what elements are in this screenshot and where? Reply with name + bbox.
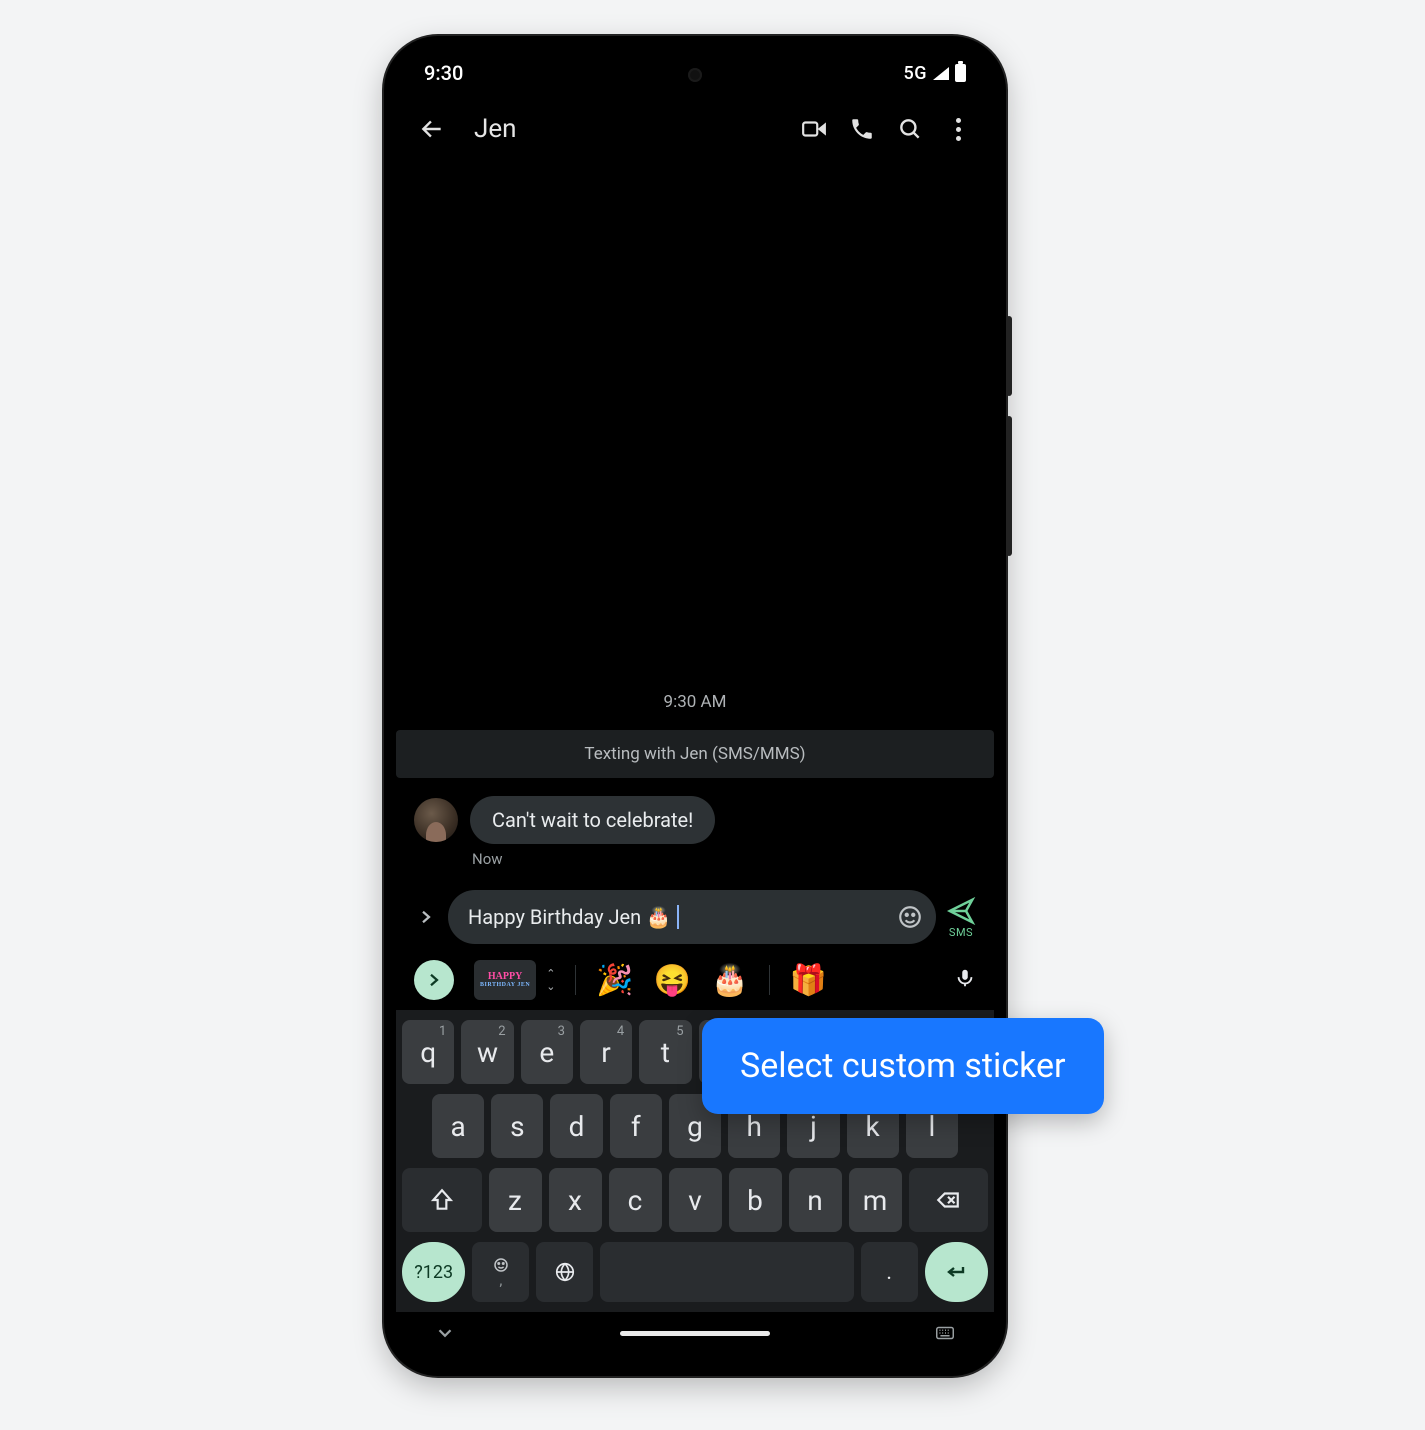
suggestion-emoji-gift[interactable]: 🎁: [790, 963, 827, 998]
key-n[interactable]: n: [789, 1168, 842, 1232]
status-time: 9:30: [424, 61, 463, 85]
sticker-cycle-arrows[interactable]: ⌃⌄: [546, 968, 555, 992]
video-call-button[interactable]: [800, 115, 828, 143]
key-a[interactable]: a: [432, 1094, 484, 1158]
status-network: 5G: [904, 63, 928, 84]
key-q[interactable]: q1: [402, 1020, 454, 1084]
suggestion-row: HAPPY BIRTHDAY JEN ⌃⌄ 🎉 😝 🎂 🎁: [396, 952, 994, 1010]
key-b[interactable]: b: [729, 1168, 782, 1232]
key-d[interactable]: d: [550, 1094, 602, 1158]
battery-icon: [955, 64, 966, 82]
period-key[interactable]: .: [861, 1242, 918, 1302]
message-composer: Happy Birthday Jen 🎂 SMS: [396, 880, 994, 952]
screen: 9:30 5G Jen: [396, 48, 994, 1364]
keyboard-collapse-button[interactable]: [434, 1322, 456, 1348]
search-button[interactable]: [896, 115, 924, 143]
shift-key[interactable]: [402, 1168, 482, 1232]
tooltip-select-custom-sticker: Select custom sticker: [702, 1018, 1104, 1114]
incoming-message-row: Can't wait to celebrate! Now: [414, 796, 976, 868]
conversation-area[interactable]: 9:30 AM Texting with Jen (SMS/MMS) Can't…: [396, 160, 994, 880]
backspace-key[interactable]: [909, 1168, 989, 1232]
text-cursor: [677, 905, 679, 929]
key-s[interactable]: s: [491, 1094, 543, 1158]
home-gesture-bar[interactable]: [620, 1331, 770, 1336]
expand-attachments-button[interactable]: [414, 908, 438, 926]
back-button[interactable]: [418, 115, 446, 143]
signal-icon: [933, 67, 949, 80]
enter-key[interactable]: [925, 1242, 988, 1302]
sms-info-bar: Texting with Jen (SMS/MMS): [396, 730, 994, 778]
key-f[interactable]: f: [610, 1094, 662, 1158]
message-input[interactable]: Happy Birthday Jen 🎂: [448, 890, 936, 944]
message-time: Now: [472, 850, 715, 868]
phone-frame: 9:30 5G Jen: [384, 36, 1006, 1376]
space-key[interactable]: [600, 1242, 853, 1302]
conversation-title[interactable]: Jen: [474, 114, 780, 144]
draft-text: Happy Birthday Jen 🎂: [468, 905, 671, 929]
key-m[interactable]: m: [849, 1168, 902, 1232]
symbols-key[interactable]: ?123: [402, 1242, 465, 1302]
emoji-picker-button[interactable]: [896, 903, 924, 931]
keyboard-switch-button[interactable]: [934, 1322, 956, 1348]
sticker-expand-button[interactable]: [414, 960, 454, 1000]
key-t[interactable]: t5: [639, 1020, 691, 1084]
custom-sticker-happy-birthday[interactable]: HAPPY BIRTHDAY JEN: [474, 960, 536, 1000]
voice-call-button[interactable]: [848, 115, 876, 143]
voice-input-button[interactable]: [954, 967, 976, 993]
key-z[interactable]: z: [489, 1168, 542, 1232]
language-key[interactable]: [536, 1242, 593, 1302]
more-options-button[interactable]: [944, 115, 972, 143]
emoji-key[interactable]: ,: [472, 1242, 529, 1302]
key-c[interactable]: c: [609, 1168, 662, 1232]
send-sublabel: SMS: [949, 926, 973, 939]
suggestion-emoji-cake[interactable]: 🎂: [711, 963, 748, 998]
message-bubble[interactable]: Can't wait to celebrate!: [470, 796, 715, 844]
key-v[interactable]: v: [669, 1168, 722, 1232]
suggestion-emoji-party[interactable]: 🎉: [596, 963, 633, 998]
suggestion-emoji-face[interactable]: 😝: [654, 963, 691, 998]
key-e[interactable]: e3: [521, 1020, 573, 1084]
app-bar: Jen: [396, 98, 994, 160]
key-r[interactable]: r4: [580, 1020, 632, 1084]
key-w[interactable]: w2: [461, 1020, 513, 1084]
contact-avatar[interactable]: [414, 798, 458, 842]
front-camera: [688, 68, 702, 82]
key-x[interactable]: x: [549, 1168, 602, 1232]
send-button[interactable]: SMS: [946, 896, 976, 939]
conversation-timestamp: 9:30 AM: [414, 692, 976, 712]
divider: [575, 965, 576, 995]
divider: [769, 965, 770, 995]
system-nav-bar: [396, 1312, 994, 1364]
